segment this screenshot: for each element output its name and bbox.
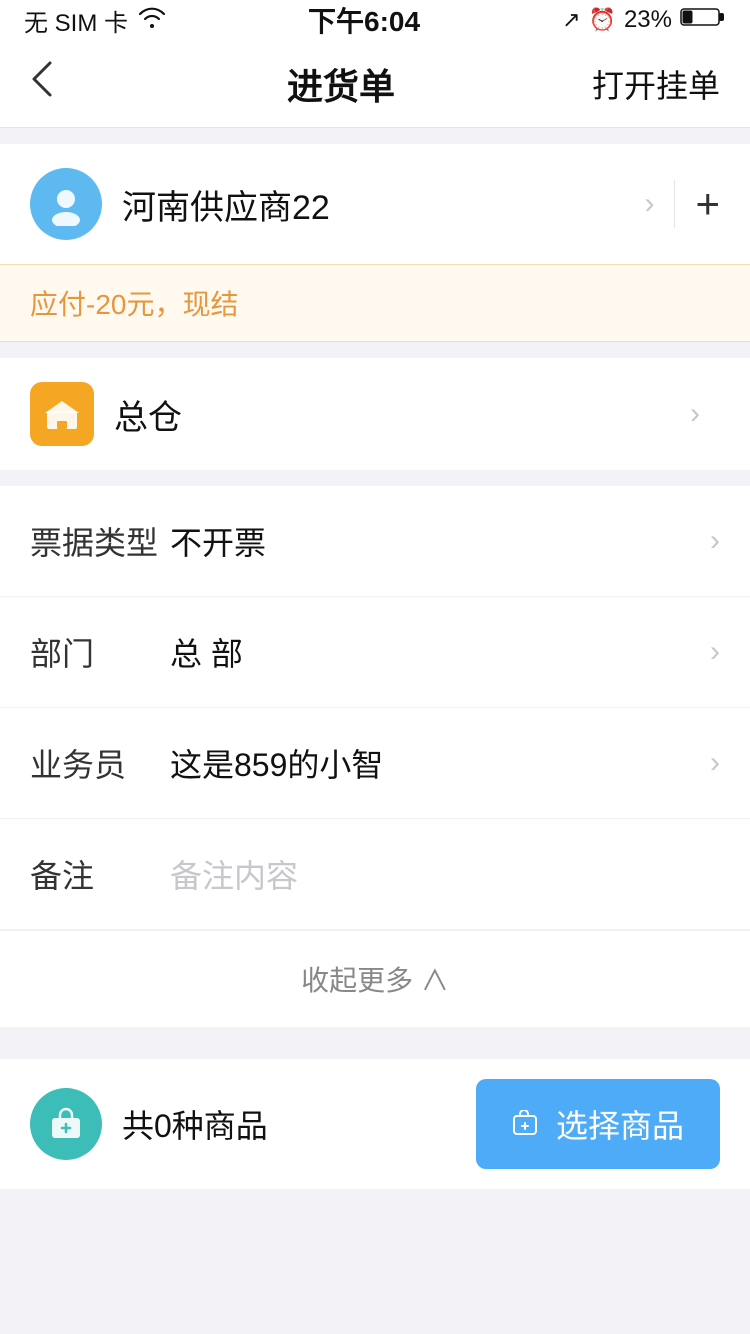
select-product-button[interactable]: 选择商品 xyxy=(476,1079,720,1169)
battery-label: 23% xyxy=(624,6,672,34)
section-gap-2 xyxy=(0,342,750,358)
supplier-avatar xyxy=(30,168,102,240)
open-pending-button[interactable]: 打开挂单 xyxy=(592,61,720,107)
supplier-row[interactable]: 河南供应商22 › + xyxy=(0,144,750,264)
collapse-label: 收起更多 ∧ xyxy=(301,965,449,996)
collapse-button[interactable]: 收起更多 ∧ xyxy=(0,930,750,1027)
supplier-chevron-icon: › xyxy=(644,187,654,221)
product-count-label: 共0种商品 xyxy=(122,1101,476,1147)
status-bar: 无 SIM 卡 下午6:04 ↗ ⏰ 23% xyxy=(0,0,750,40)
battery-icon xyxy=(680,6,726,35)
status-left: 无 SIM 卡 xyxy=(24,3,166,38)
warehouse-chevron-icon: › xyxy=(690,397,700,431)
status-time: 下午6:04 xyxy=(308,0,420,40)
department-label: 部门 xyxy=(30,629,170,675)
add-supplier-button[interactable]: + xyxy=(674,180,720,228)
wifi-icon xyxy=(138,6,166,35)
salesperson-row[interactable]: 业务员 这是859的小智 › xyxy=(0,708,750,819)
salesperson-chevron-icon: › xyxy=(710,746,720,780)
department-value: 总 部 xyxy=(170,629,710,675)
section-gap-4 xyxy=(0,1027,750,1043)
warehouse-icon xyxy=(30,382,94,446)
ticket-type-row[interactable]: 票据类型 不开票 › xyxy=(0,486,750,597)
nav-bar: 进货单 打开挂单 xyxy=(0,40,750,128)
back-button[interactable] xyxy=(30,59,90,109)
remark-input[interactable]: 备注内容 xyxy=(170,851,720,897)
page-title: 进货单 xyxy=(287,58,395,110)
info-text: 应付-20元，现结 xyxy=(30,289,238,320)
info-banner: 应付-20元，现结 xyxy=(0,264,750,342)
select-product-label: 选择商品 xyxy=(556,1101,684,1147)
section-gap-1 xyxy=(0,128,750,144)
salesperson-label: 业务员 xyxy=(30,740,170,786)
carrier-label: 无 SIM 卡 xyxy=(24,3,128,38)
ticket-type-value: 不开票 xyxy=(170,518,710,564)
status-right: ↗ ⏰ 23% xyxy=(562,6,726,35)
warehouse-row[interactable]: 总仓 › xyxy=(0,358,750,470)
remark-label: 备注 xyxy=(30,851,170,897)
location-icon: ↗ xyxy=(562,7,580,33)
department-row[interactable]: 部门 总 部 › xyxy=(0,597,750,708)
alarm-icon: ⏰ xyxy=(589,7,616,33)
section-gap-3 xyxy=(0,470,750,486)
product-icon xyxy=(30,1088,102,1160)
product-bar: 共0种商品 选择商品 xyxy=(0,1059,750,1189)
department-chevron-icon: › xyxy=(710,635,720,669)
remark-row[interactable]: 备注 备注内容 xyxy=(0,819,750,930)
salesperson-value: 这是859的小智 xyxy=(170,740,710,786)
ticket-type-chevron-icon: › xyxy=(710,524,720,558)
form-section: 票据类型 不开票 › 部门 总 部 › 业务员 这是859的小智 › 备注 备注… xyxy=(0,486,750,1027)
supplier-name: 河南供应商22 xyxy=(122,180,644,229)
ticket-type-label: 票据类型 xyxy=(30,518,170,564)
warehouse-name: 总仓 xyxy=(114,390,690,439)
supplier-card: 河南供应商22 › + 应付-20元，现结 xyxy=(0,144,750,342)
